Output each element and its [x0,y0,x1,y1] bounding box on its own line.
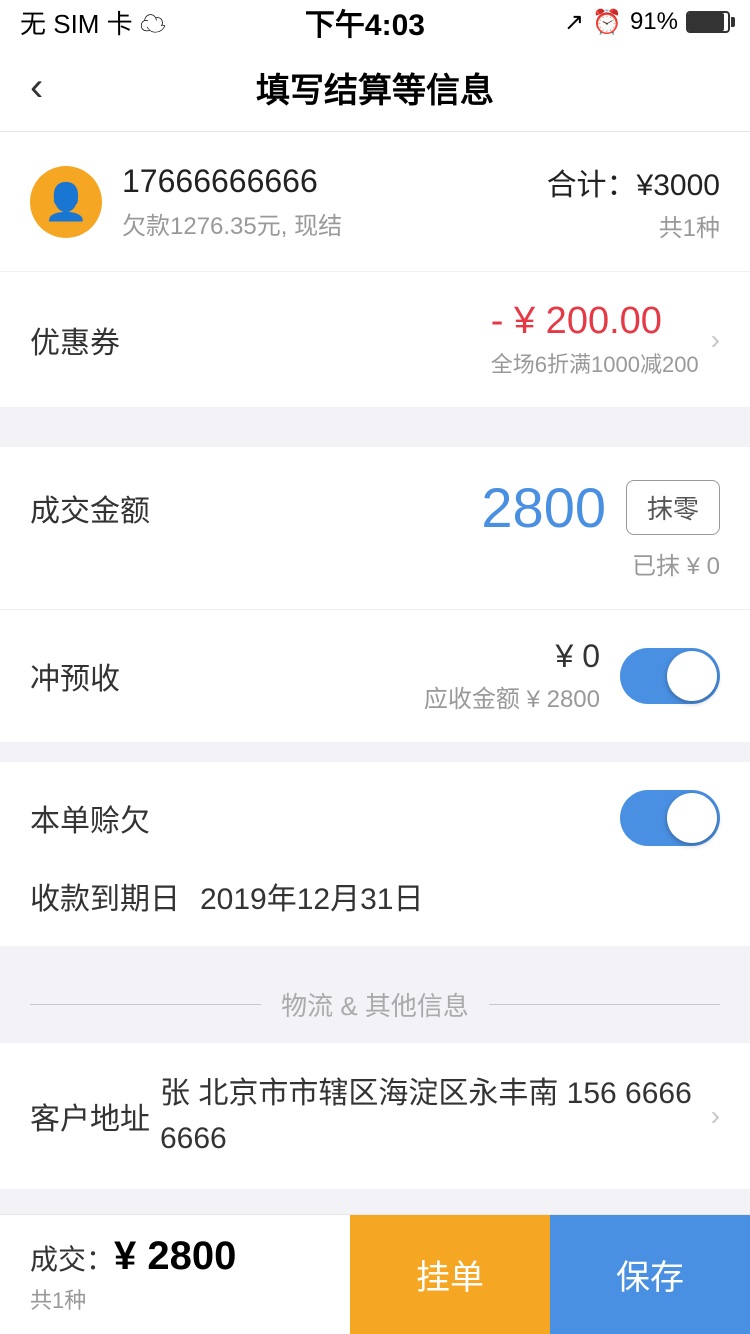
status-bar: 无 SIM 卡 ☁ 下午4:03 ↗ ⏰ 91% [0,0,750,44]
battery-icon [686,11,730,33]
coupon-right: - ¥ 200.00 全场6折满1000减200 › [491,300,720,379]
avatar: 👤 [30,166,102,238]
precollect-label: 冲预收 [30,654,120,698]
coupon-info: - ¥ 200.00 全场6折满1000减200 [491,300,699,379]
coupon-row[interactable]: 优惠券 - ¥ 200.00 全场6折满1000减200 › [0,271,750,407]
customer-left: 👤 17666666666 欠款1276.35元, 现结 [30,163,342,241]
separator-1 [0,427,750,447]
page-title: 填写结算等信息 [90,63,660,112]
address-label: 客户地址 [30,1094,150,1138]
amount-row: 成交金额 2800 抹零 [30,475,720,540]
logistics-line-right [489,1004,720,1005]
duedate-row: 收款到期日 2019年12月31日 [30,874,720,918]
precollect-right: ¥ 0 应收金额 ¥ 2800 [424,638,720,714]
precollect-amounts: ¥ 0 应收金额 ¥ 2800 [424,638,600,714]
battery-label: 91% [630,8,678,36]
deal-amount: ¥ 2800 [114,1234,236,1278]
amount-right: 2800 抹零 [481,475,720,540]
hold-button[interactable]: 挂单 [350,1215,550,1334]
location-icon: ↗ [564,8,584,37]
total-amount: 合计：¥3000 [547,160,720,204]
deal-label: 成交： [30,1244,114,1275]
customer-right: 合计：¥3000 共1种 [547,160,720,243]
duedate-value: 2019年12月31日 [200,874,423,918]
status-left: 无 SIM 卡 ☁ [20,4,166,41]
bottom-count: 共1种 [30,1283,320,1315]
debt-toggle[interactable] [620,790,720,846]
nav-bar: ‹ 填写结算等信息 [0,44,750,132]
amount-sub: 已抹 ¥ 0 [30,546,720,581]
address-section[interactable]: 客户地址 张 北京市市辖区海淀区永丰南 156 6666 6666 › [0,1043,750,1189]
bottom-deal: 成交：¥ 2800 [30,1234,320,1279]
amount-value: 2800 [481,475,606,540]
logistics-line-left [30,1004,261,1005]
amount-label: 成交金额 [30,486,150,530]
precollect-section: 冲预收 ¥ 0 应收金额 ¥ 2800 [0,609,750,742]
customer-phone: 17666666666 [122,163,342,200]
coupon-label: 优惠券 [30,318,120,362]
debt-section: 本单赊欠 收款到期日 2019年12月31日 [0,762,750,946]
amount-section: 成交金额 2800 抹零 已抹 ¥ 0 [0,447,750,609]
precollect-toggle[interactable] [620,648,720,704]
coupon-discount: - ¥ 200.00 [491,300,699,343]
back-button[interactable]: ‹ [30,65,90,110]
address-row: 客户地址 张 北京市市辖区海淀区永丰南 156 6666 6666 › [30,1071,720,1161]
address-value: 张 北京市市辖区海淀区永丰南 156 6666 6666 [160,1071,711,1161]
debt-toggle-knob [667,793,717,843]
address-chevron-icon: › [711,1100,720,1132]
logistics-label: 物流 & 其他信息 [281,986,469,1023]
customer-row: 👤 17666666666 欠款1276.35元, 现结 合计：¥3000 共1… [0,132,750,271]
duedate-label: 收款到期日 [30,874,180,918]
coupon-chevron-icon: › [711,324,720,356]
customer-info: 17666666666 欠款1276.35元, 现结 [122,163,342,241]
save-button[interactable]: 保存 [550,1215,750,1334]
bottom-summary: 成交：¥ 2800 共1种 [0,1215,350,1334]
separator-2 [0,742,750,762]
coupon-description: 全场6折满1000减200 [491,347,699,379]
debt-label: 本单赊欠 [30,796,150,840]
customer-section: 👤 17666666666 欠款1276.35元, 现结 合计：¥3000 共1… [0,132,750,407]
customer-debt: 欠款1276.35元, 现结 [122,206,342,241]
total-count: 共1种 [547,208,720,243]
round-zero-button[interactable]: 抹零 [626,480,720,535]
precollect-amount: ¥ 0 [424,638,600,675]
precollect-sub: 应收金额 ¥ 2800 [424,679,600,714]
debt-row: 本单赊欠 [30,790,720,846]
status-right: ↗ ⏰ 91% [564,8,730,37]
duedate-section: 收款到期日 2019年12月31日 [30,846,720,918]
precollect-row: 冲预收 ¥ 0 应收金额 ¥ 2800 [30,638,720,714]
bottom-bar: 成交：¥ 2800 共1种 挂单 保存 [0,1214,750,1334]
alarm-icon: ⏰ [592,8,622,37]
sim-label: 无 SIM 卡 ☁ [20,4,166,41]
status-time: 下午4:03 [305,0,425,44]
logistics-separator: 物流 & 其他信息 [0,966,750,1043]
toggle-knob [667,651,717,701]
